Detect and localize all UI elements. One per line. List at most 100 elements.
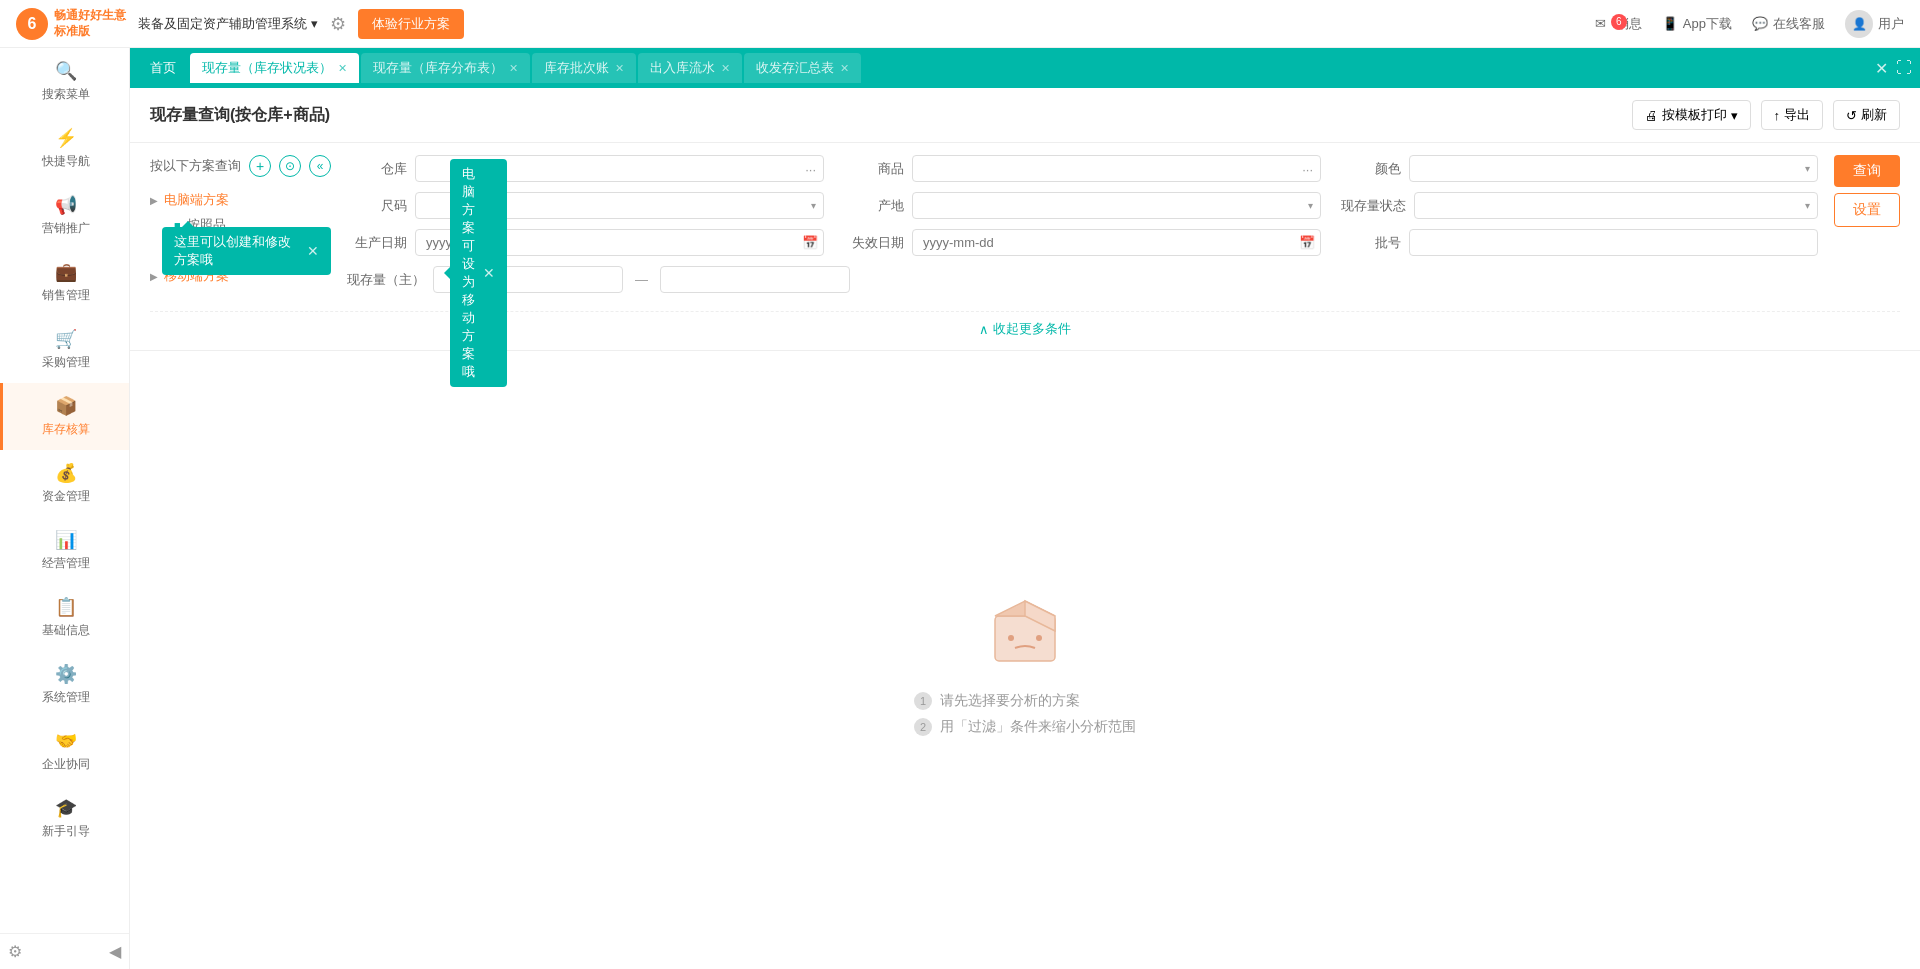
goods-input[interactable] — [912, 155, 1321, 182]
quick-nav-icon: ⚡ — [55, 127, 77, 149]
template-print-btn[interactable]: 🖨 按模板打印 ▾ — [1632, 100, 1751, 130]
sidebar-item-purchase[interactable]: 🛒 采购管理 — [0, 316, 129, 383]
filter-row1: 仓库 ··· 商品 ··· — [347, 155, 1818, 182]
step1-text: 请先选择要分析的方案 — [940, 692, 1080, 710]
system-dropdown[interactable]: 装备及固定资产辅助管理系统 ▾ — [138, 15, 318, 33]
batch-label: 批号 — [1341, 234, 1401, 252]
sidebar-item-marketing[interactable]: 📢 营销推广 — [0, 182, 129, 249]
sidebar-item-base-info[interactable]: 📋 基础信息 — [0, 584, 129, 651]
refresh-btn[interactable]: ↺ 刷新 — [1833, 100, 1900, 130]
filter-row2: 尺码 ▾ 产地 — [347, 192, 1818, 219]
stock-qty-end-input[interactable] — [660, 266, 850, 293]
sidebar-item-search[interactable]: 🔍 搜索菜单 — [0, 48, 129, 115]
color-field: 颜色 ▾ — [1341, 155, 1818, 182]
tab-close-icon2[interactable]: ✕ — [509, 62, 518, 75]
search-buttons: 查询 设置 — [1834, 155, 1900, 227]
sidebar-label-system: 系统管理 — [42, 689, 90, 706]
settings-bottom-icon[interactable]: ⚙ — [8, 942, 22, 961]
tab-close-icon4[interactable]: ✕ — [721, 62, 730, 75]
online-service-label: 在线客服 — [1773, 15, 1825, 33]
plan-selector: 按以下方案查询 + ⊙ « 电脑方案可设为移动方案哦 ✕ 这里可以创建和 — [150, 155, 331, 299]
tab-close-icon3[interactable]: ✕ — [615, 62, 624, 75]
inventory-icon: 📦 — [55, 395, 77, 417]
tab-close-all-btn[interactable]: ✕ — [1875, 59, 1888, 78]
batch-input[interactable] — [1409, 229, 1818, 256]
stock-qty-field: 现存量（主） — — [347, 266, 850, 293]
page-actions: 🖨 按模板打印 ▾ ↑ 导出 ↺ 刷新 — [1632, 100, 1901, 130]
logo-text-line2: 标准版 — [54, 24, 126, 40]
sidebar-item-finance[interactable]: 💰 资金管理 — [0, 450, 129, 517]
app-download-label: App下载 — [1683, 15, 1732, 33]
tooltip-close-btn[interactable]: ✕ — [483, 265, 495, 281]
top-bar-right: ✉ 6 消息 📱 App下载 💬 在线客服 👤 用户 — [1595, 10, 1904, 38]
tab-close-icon5[interactable]: ✕ — [840, 62, 849, 75]
stock-status-select[interactable] — [1414, 192, 1818, 219]
sidebar: 🔍 搜索菜单 ⚡ 快捷导航 📢 营销推广 💼 销售管理 🛒 采购管理 — [0, 48, 130, 969]
sidebar-item-operations[interactable]: 📊 经营管理 — [0, 517, 129, 584]
purchase-icon: 🛒 — [55, 328, 77, 350]
warehouse-dots[interactable]: ··· — [805, 161, 816, 176]
sidebar-label-inventory: 库存核算 — [42, 421, 90, 438]
sidebar-label-search: 搜索菜单 — [42, 86, 90, 103]
tab-batch-account[interactable]: 库存批次账 ✕ — [532, 53, 636, 83]
system-icon: ⚙️ — [55, 663, 77, 685]
sidebar-item-cooperation[interactable]: 🤝 企业协同 — [0, 718, 129, 785]
tab-close-icon[interactable]: ✕ — [338, 62, 347, 75]
expire-date-calendar-icon[interactable]: 📅 — [1299, 235, 1315, 250]
user-avatar: 👤 — [1845, 10, 1873, 38]
cooperation-icon: 🤝 — [55, 730, 77, 752]
warehouse-label: 仓库 — [347, 160, 407, 178]
online-service-item[interactable]: 💬 在线客服 — [1752, 15, 1825, 33]
user-item[interactable]: 👤 用户 — [1845, 10, 1904, 38]
refresh-icon: ↺ — [1846, 108, 1857, 123]
tooltip-desktop: 电脑方案可设为移动方案哦 ✕ — [450, 159, 507, 387]
expire-date-start-input[interactable] — [912, 229, 1321, 256]
sidebar-item-system[interactable]: ⚙️ 系统管理 — [0, 651, 129, 718]
desktop-plan-item[interactable]: ▶ 电脑端方案 — [150, 187, 331, 213]
stock-qty-label: 现存量（主） — [347, 271, 425, 289]
message-icon: ✉ — [1595, 16, 1606, 31]
reset-btn[interactable]: 设置 — [1834, 193, 1900, 227]
tab-in-out-flow[interactable]: 出入库流水 ✕ — [638, 53, 742, 83]
sidebar-label-operations: 经营管理 — [42, 555, 90, 572]
tab-summary[interactable]: 收发存汇总表 ✕ — [744, 53, 861, 83]
sidebar-item-quick-nav[interactable]: ⚡ 快捷导航 — [0, 115, 129, 182]
tab-inventory-status[interactable]: 现存量（库存状况表） ✕ — [190, 53, 359, 83]
finance-icon: 💰 — [55, 462, 77, 484]
app-download-item[interactable]: 📱 App下载 — [1662, 15, 1732, 33]
industry-btn[interactable]: 体验行业方案 — [358, 9, 464, 39]
filter-copy-btn[interactable]: ⊙ — [279, 155, 301, 177]
search-btn[interactable]: 查询 — [1834, 155, 1900, 187]
color-select[interactable] — [1409, 155, 1818, 182]
expire-date-field: 失效日期 📅 — [844, 229, 1321, 256]
goods-field: 商品 ··· — [844, 155, 1321, 182]
empty-state: 1 请先选择要分析的方案 2 用「过滤」条件来缩小分析范围 — [130, 351, 1920, 969]
tooltip-close-edit-btn[interactable]: ✕ — [307, 243, 319, 259]
goods-dots[interactable]: ··· — [1302, 161, 1313, 176]
stock-qty-dash: — — [631, 272, 652, 287]
filter-fields: 仓库 ··· 商品 ··· — [347, 155, 1818, 303]
sidebar-item-guide[interactable]: 🎓 新手引导 — [0, 785, 129, 852]
filter-add-btn[interactable]: + — [249, 155, 271, 177]
origin-select[interactable] — [912, 192, 1321, 219]
tab-fullscreen-btn[interactable]: ⛶ — [1896, 59, 1912, 77]
guide-icon: 🎓 — [55, 797, 77, 819]
tab-home[interactable]: 首页 — [138, 53, 188, 83]
empty-steps: 1 请先选择要分析的方案 2 用「过滤」条件来缩小分析范围 — [914, 692, 1136, 744]
collapse-sidebar-icon[interactable]: ◀ — [109, 942, 121, 961]
sidebar-item-inventory[interactable]: 📦 库存核算 — [0, 383, 129, 450]
tab-inventory-dist[interactable]: 现存量（库存分布表） ✕ — [361, 53, 530, 83]
filter-header: 按以下方案查询 + ⊙ « — [150, 155, 331, 177]
svg-point-3 — [1008, 635, 1014, 641]
filter-back-btn[interactable]: « — [309, 155, 331, 177]
produce-date-start-calendar-icon[interactable]: 📅 — [802, 235, 818, 250]
step2-num: 2 — [914, 718, 932, 736]
export-btn[interactable]: ↑ 导出 — [1761, 100, 1824, 130]
settings-icon[interactable]: ⚙ — [330, 13, 346, 35]
content-area: 首页 现存量（库存状况表） ✕ 现存量（库存分布表） ✕ 库存批次账 ✕ 出入库… — [130, 48, 1920, 969]
collapse-btn[interactable]: ∧ 收起更多条件 — [979, 320, 1071, 338]
sidebar-item-sales[interactable]: 💼 销售管理 — [0, 249, 129, 316]
collapse-row: ∧ 收起更多条件 — [150, 311, 1900, 338]
produce-date-label: 生产日期 — [347, 234, 407, 252]
message-item[interactable]: ✉ 6 消息 — [1595, 15, 1642, 33]
